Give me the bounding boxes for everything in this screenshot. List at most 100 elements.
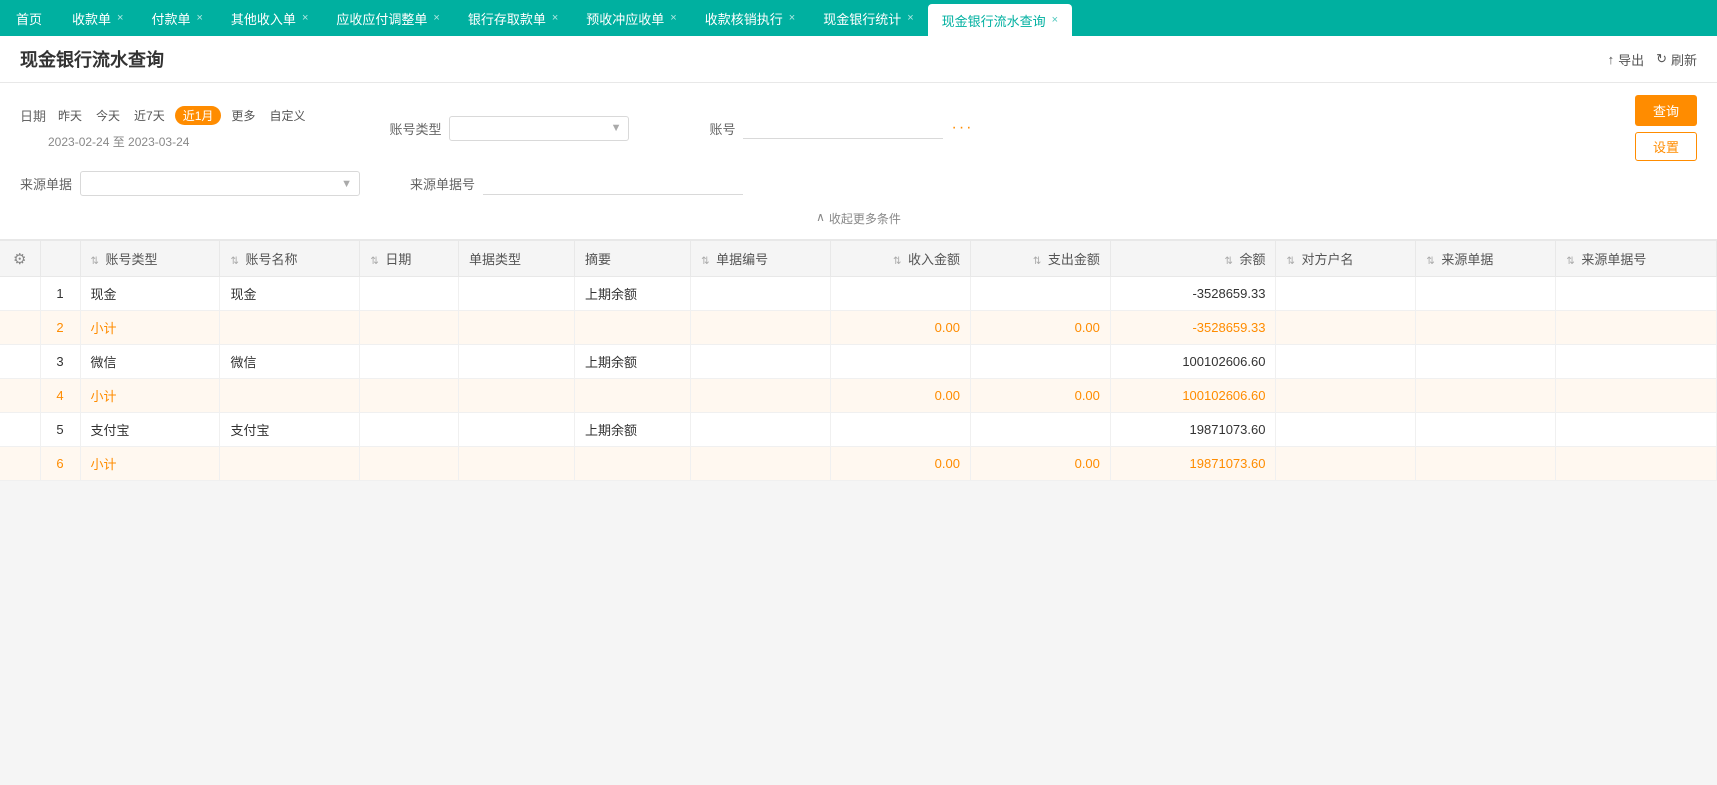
filter-row-2: 来源单据 ▼ 来源单据号	[20, 171, 1697, 196]
table-row: 5支付宝支付宝上期余额19871073.60	[0, 413, 1717, 447]
col-income-label: 收入金额	[908, 252, 960, 267]
account-type-label: 账号类型	[389, 119, 441, 138]
nav-tab-7[interactable]: 现金银行统计 ×	[809, 0, 927, 36]
nav-tab-5[interactable]: 预收冲应收单 ×	[572, 0, 690, 36]
export-label: 导出	[1618, 50, 1644, 69]
refresh-label: 刷新	[1671, 50, 1697, 69]
sort-counterparty-icon: ⇅	[1286, 256, 1294, 267]
sort-source-doc-icon: ⇅	[1426, 256, 1434, 267]
date-opt-1month[interactable]: 近1月	[175, 106, 222, 125]
date-filter-group: 日期 昨天 今天 近7天 近1月 更多 自定义 2023-02-24 至 202…	[20, 106, 309, 150]
table-row: 2小计0.000.00-3528659.33	[0, 311, 1717, 345]
nav-tab-2[interactable]: 其他收入单 ×	[217, 0, 322, 36]
col-counterparty-label: 对方户名	[1301, 252, 1353, 267]
sort-income-icon: ⇅	[893, 256, 901, 267]
sort-account-type-icon: ⇅	[91, 256, 99, 267]
col-date[interactable]: ⇅ 日期	[360, 241, 459, 277]
nav-tab-8[interactable]: 现金银行流水查询 ×	[928, 4, 1072, 36]
collapse-row[interactable]: ∧ 收起更多条件	[20, 206, 1697, 231]
col-doc-type: 单据类型	[458, 241, 574, 277]
date-options-row: 日期 昨天 今天 近7天 近1月 更多 自定义	[20, 106, 309, 125]
nav-home[interactable]: 首页	[0, 0, 58, 36]
col-num	[40, 241, 80, 277]
col-balance-label: 余额	[1239, 252, 1265, 267]
collapse-up-icon: ∧	[816, 210, 825, 227]
source-doc-select[interactable]	[80, 171, 360, 196]
main-table: ⚙ ⇅ 账号类型 ⇅ 账号名称 ⇅ 日期 单据类型	[0, 240, 1717, 481]
source-doc-no-group: 来源单据号	[410, 173, 743, 195]
top-nav: 首页 收款单 × 付款单 × 其他收入单 × 应收应付调整单 × 银行存取款单 …	[0, 0, 1717, 36]
col-income[interactable]: ⇅ 收入金额	[831, 241, 971, 277]
source-doc-label: 来源单据	[20, 174, 72, 193]
col-counterparty[interactable]: ⇅ 对方户名	[1276, 241, 1416, 277]
nav-tab-0-close[interactable]: ×	[117, 12, 123, 24]
date-range-display: 2023-02-24 至 2023-03-24	[48, 135, 189, 149]
col-doc-no[interactable]: ⇅ 单据编号	[691, 241, 831, 277]
export-button[interactable]: ↑ 导出	[1608, 50, 1645, 69]
page-title: 现金银行流水查询	[20, 46, 164, 72]
col-expense[interactable]: ⇅ 支出金额	[970, 241, 1110, 277]
nav-tab-2-close[interactable]: ×	[302, 12, 308, 24]
nav-tab-2-label: 其他收入单	[231, 9, 296, 28]
table-row: 4小计0.000.00100102606.60	[0, 379, 1717, 413]
nav-tab-1[interactable]: 付款单 ×	[137, 0, 216, 36]
date-opt-today[interactable]: 今天	[92, 106, 124, 125]
table-header-row: ⚙ ⇅ 账号类型 ⇅ 账号名称 ⇅ 日期 单据类型	[0, 241, 1717, 277]
nav-tab-7-close[interactable]: ×	[907, 12, 913, 24]
date-opt-7days[interactable]: 近7天	[130, 106, 169, 125]
nav-tab-7-label: 现金银行统计	[823, 9, 901, 28]
col-expense-label: 支出金额	[1048, 252, 1100, 267]
col-source-doc-no[interactable]: ⇅ 来源单据号	[1556, 241, 1717, 277]
nav-tab-6-close[interactable]: ×	[789, 12, 795, 24]
date-opt-more[interactable]: 更多	[227, 106, 259, 125]
filter-row-1: 日期 昨天 今天 近7天 近1月 更多 自定义 2023-02-24 至 202…	[20, 95, 1697, 161]
nav-tab-1-close[interactable]: ×	[196, 12, 202, 24]
col-account-name[interactable]: ⇅ 账号名称	[220, 241, 360, 277]
export-icon: ↑	[1608, 52, 1615, 67]
collapse-label: 收起更多条件	[829, 210, 901, 227]
refresh-button[interactable]: ↻ 刷新	[1656, 50, 1697, 69]
sort-doc-no-icon: ⇅	[701, 256, 709, 267]
col-doc-no-label: 单据编号	[716, 252, 768, 267]
col-account-type[interactable]: ⇅ 账号类型	[80, 241, 220, 277]
source-doc-no-input[interactable]	[483, 173, 743, 195]
nav-tab-4-label: 银行存取款单	[468, 9, 546, 28]
date-opt-custom[interactable]: 自定义	[265, 106, 309, 125]
source-doc-group: 来源单据 ▼	[20, 171, 360, 196]
nav-tab-4-close[interactable]: ×	[552, 12, 558, 24]
date-opt-yesterday[interactable]: 昨天	[54, 106, 86, 125]
sort-date-icon: ⇅	[370, 256, 378, 267]
source-doc-select-wrapper: ▼	[80, 171, 360, 196]
nav-tab-3[interactable]: 应收应付调整单 ×	[322, 0, 453, 36]
nav-tab-4[interactable]: 银行存取款单 ×	[454, 0, 572, 36]
nav-tab-3-label: 应收应付调整单	[336, 9, 427, 28]
table-body: 1现金现金上期余额-3528659.332小计0.000.00-3528659.…	[0, 277, 1717, 481]
nav-tab-1-label: 付款单	[151, 9, 190, 28]
col-balance[interactable]: ⇅ 余额	[1110, 241, 1276, 277]
col-summary: 摘要	[575, 241, 691, 277]
account-group: 账号 ···	[709, 117, 973, 139]
account-input[interactable]	[743, 117, 943, 139]
account-type-select[interactable]: 现金 微信 支付宝	[449, 116, 629, 141]
gear-icon[interactable]: ⚙	[13, 251, 26, 268]
query-button[interactable]: 查询	[1635, 95, 1697, 126]
col-source-doc[interactable]: ⇅ 来源单据	[1416, 241, 1556, 277]
account-dots-button[interactable]: ···	[951, 119, 973, 137]
date-label: 日期	[20, 106, 46, 125]
col-source-doc-no-label: 来源单据号	[1581, 252, 1646, 267]
nav-tab-8-close[interactable]: ×	[1052, 14, 1058, 26]
table-row: 3微信微信上期余额100102606.60	[0, 345, 1717, 379]
col-account-type-label: 账号类型	[106, 252, 158, 267]
col-account-name-label: 账号名称	[245, 252, 297, 267]
date-options: 昨天 今天 近7天 近1月 更多 自定义	[54, 106, 309, 125]
nav-tab-0[interactable]: 收款单 ×	[58, 0, 137, 36]
table-container: ⚙ ⇅ 账号类型 ⇅ 账号名称 ⇅ 日期 单据类型	[0, 240, 1717, 481]
nav-tab-3-close[interactable]: ×	[433, 12, 439, 24]
sort-source-doc-no-icon: ⇅	[1566, 256, 1574, 267]
col-summary-label: 摘要	[585, 252, 611, 267]
table-row: 1现金现金上期余额-3528659.33	[0, 277, 1717, 311]
setting-button[interactable]: 设置	[1635, 132, 1697, 161]
account-type-group: 账号类型 现金 微信 支付宝 ▼	[389, 116, 629, 141]
nav-tab-5-close[interactable]: ×	[670, 12, 676, 24]
nav-tab-6[interactable]: 收款核销执行 ×	[691, 0, 809, 36]
